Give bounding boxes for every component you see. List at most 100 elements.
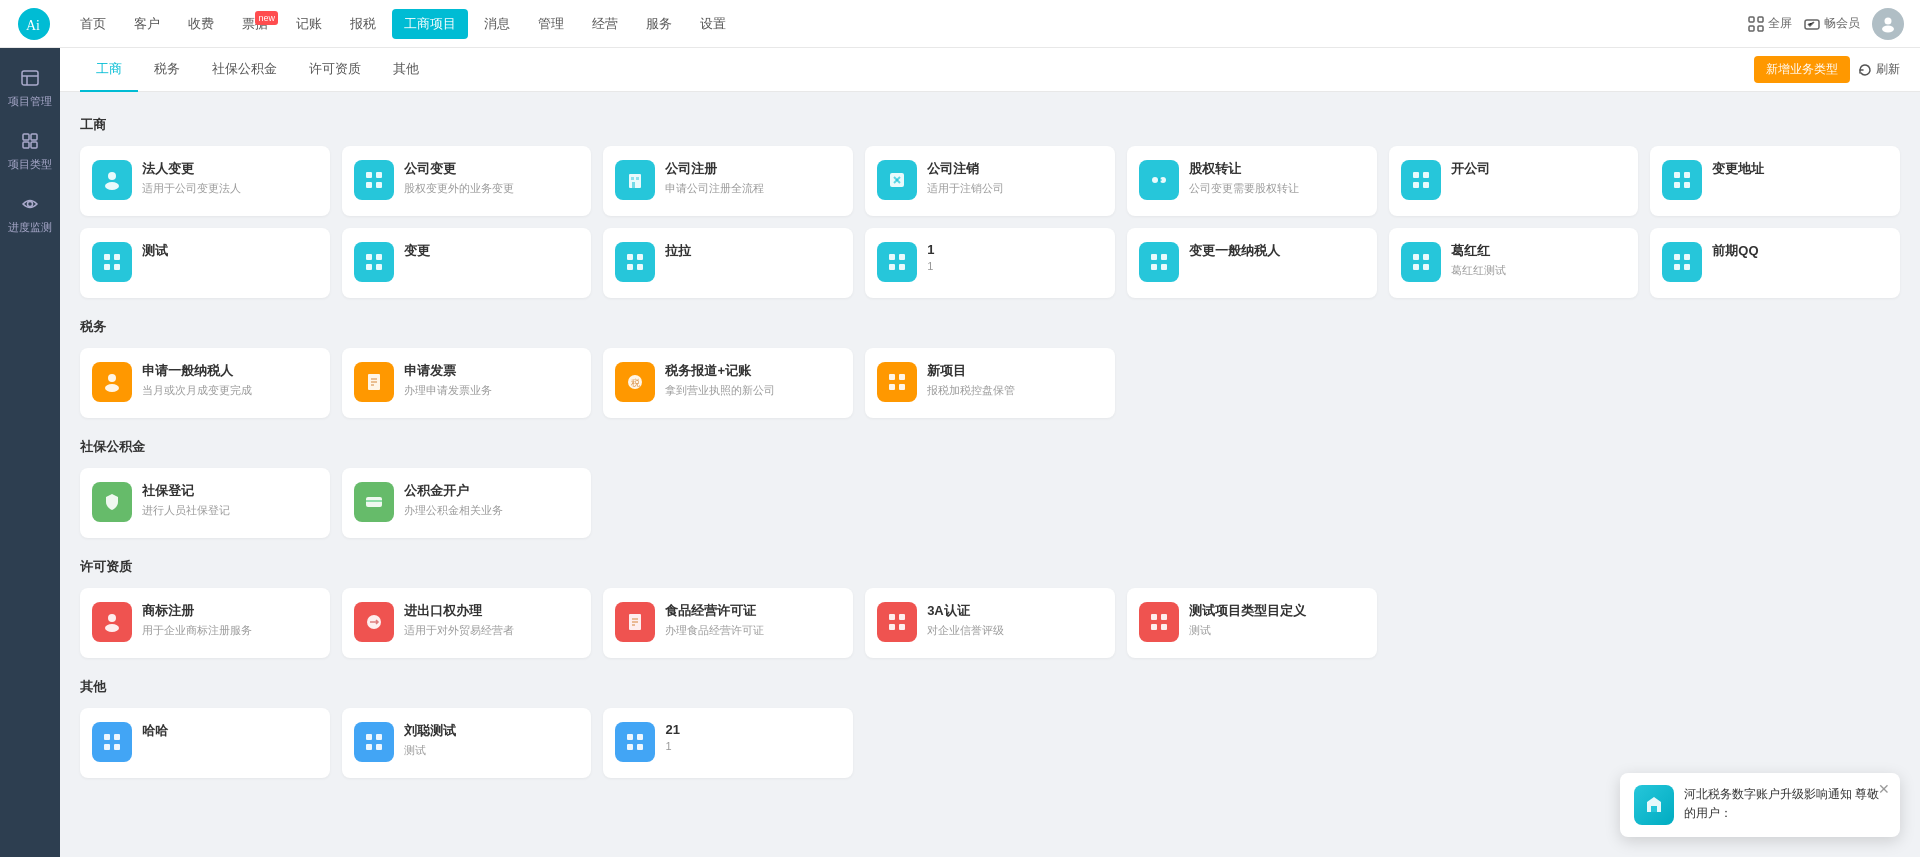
nav-item-经营[interactable]: 经营 bbox=[580, 9, 630, 39]
card-title: 商标注册 bbox=[142, 602, 318, 620]
card-title: 测试 bbox=[142, 242, 318, 260]
section-工商: 工商法人变更适用于公司变更法人公司变更股权变更外的业务变更公司注册申请公司注册全… bbox=[80, 116, 1900, 298]
svg-rect-97 bbox=[104, 734, 110, 740]
avatar[interactable] bbox=[1872, 8, 1904, 40]
nav-item-管理[interactable]: 管理 bbox=[526, 9, 576, 39]
svg-text:Ai: Ai bbox=[26, 18, 40, 33]
card-1[interactable]: 公积金开户办理公积金相关业务 bbox=[342, 468, 592, 538]
card-title: 测试项目类型目定义 bbox=[1189, 602, 1365, 620]
card-0[interactable]: 商标注册用于企业商标注册服务 bbox=[80, 588, 330, 658]
fullscreen-btn[interactable]: 全屏 bbox=[1748, 15, 1792, 32]
card-2[interactable]: 公司注册申请公司注册全流程 bbox=[603, 146, 853, 216]
card-desc: 股权变更外的业务变更 bbox=[404, 181, 580, 196]
svg-rect-15 bbox=[31, 142, 37, 148]
card-desc: 适用于对外贸易经营者 bbox=[404, 623, 580, 638]
card-2[interactable]: 食品经营许可证办理食品经营许可证 bbox=[603, 588, 853, 658]
svg-rect-34 bbox=[1413, 182, 1419, 188]
cards-grid: 法人变更适用于公司变更法人公司变更股权变更外的业务变更公司注册申请公司注册全流程… bbox=[80, 146, 1900, 298]
nav-item-首页[interactable]: 首页 bbox=[68, 9, 118, 39]
card-desc: 报税加税控盘保管 bbox=[927, 383, 1103, 398]
card-desc: 办理公积金相关业务 bbox=[404, 503, 580, 518]
logo[interactable]: Ai bbox=[16, 6, 52, 42]
card-0[interactable]: 申请一般纳税人当月或次月成变更完成 bbox=[80, 348, 330, 418]
nav-item-客户[interactable]: 客户 bbox=[122, 9, 172, 39]
card-0[interactable]: 哈哈 bbox=[80, 708, 330, 778]
content-area: 工商法人变更适用于公司变更法人公司变更股权变更外的业务变更公司注册申请公司注册全… bbox=[60, 92, 1920, 814]
card-title: 3A认证 bbox=[927, 602, 1103, 620]
card-desc: 申请公司注册全流程 bbox=[665, 181, 841, 196]
nav-item-工商项目[interactable]: 工商项目 bbox=[392, 9, 468, 39]
svg-rect-78 bbox=[889, 384, 895, 390]
card-1[interactable]: 申请发票办理申请发票业务 bbox=[342, 348, 592, 418]
card-8[interactable]: 变更 bbox=[342, 228, 592, 298]
card-text: 食品经营许可证办理食品经营许可证 bbox=[665, 602, 841, 638]
sidebar-item-项目类型[interactable]: 项目类型 bbox=[0, 119, 60, 182]
nav-item-收费[interactable]: 收费 bbox=[176, 9, 226, 39]
card-2[interactable]: 211 bbox=[603, 708, 853, 778]
nav-item-设置[interactable]: 设置 bbox=[688, 9, 738, 39]
card-title: 拉拉 bbox=[665, 242, 841, 260]
card-text: 申请发票办理申请发票业务 bbox=[404, 362, 580, 398]
card-title: 公司注册 bbox=[665, 160, 841, 178]
card-title: 1 bbox=[927, 242, 1103, 257]
card-4[interactable]: 股权转让公司变更需要股权转让 bbox=[1127, 146, 1377, 216]
card-text: 拉拉 bbox=[665, 242, 841, 263]
svg-rect-19 bbox=[366, 172, 372, 178]
svg-rect-99 bbox=[104, 744, 110, 750]
card-13[interactable]: 前期QQ bbox=[1650, 228, 1900, 298]
card-12[interactable]: 葛红红葛红红测试 bbox=[1389, 228, 1639, 298]
card-4[interactable]: 测试项目类型目定义测试 bbox=[1127, 588, 1377, 658]
nav-item-记账[interactable]: 记账 bbox=[284, 9, 334, 39]
card-6[interactable]: 变更地址 bbox=[1650, 146, 1900, 216]
svg-rect-98 bbox=[114, 734, 120, 740]
card-title: 开公司 bbox=[1451, 160, 1627, 178]
nav-item-消息[interactable]: 消息 bbox=[472, 9, 522, 39]
svg-rect-52 bbox=[889, 254, 895, 260]
nav-item-服务[interactable]: 服务 bbox=[634, 9, 684, 39]
sub-tab-社保公积金[interactable]: 社保公积金 bbox=[196, 48, 293, 92]
refresh-button[interactable]: 刷新 bbox=[1858, 61, 1900, 78]
card-3[interactable]: 公司注销适用于注销公司 bbox=[865, 146, 1115, 216]
card-3[interactable]: 新项目报税加税控盘保管 bbox=[865, 348, 1115, 418]
sub-tab-许可资质[interactable]: 许可资质 bbox=[293, 48, 377, 92]
card-5[interactable]: 开公司 bbox=[1389, 146, 1639, 216]
svg-rect-95 bbox=[1151, 624, 1157, 630]
svg-rect-33 bbox=[1423, 172, 1429, 178]
card-3[interactable]: 3A认证对企业信誉评级 bbox=[865, 588, 1115, 658]
svg-rect-50 bbox=[627, 264, 633, 270]
svg-point-8 bbox=[1882, 25, 1894, 32]
card-title: 变更地址 bbox=[1712, 160, 1888, 178]
card-9[interactable]: 拉拉 bbox=[603, 228, 853, 298]
card-0[interactable]: 法人变更适用于公司变更法人 bbox=[80, 146, 330, 216]
svg-rect-61 bbox=[1423, 254, 1429, 260]
card-7[interactable]: 测试 bbox=[80, 228, 330, 298]
card-11[interactable]: 变更一般纳税人 bbox=[1127, 228, 1377, 298]
add-type-button[interactable]: 新增业务类型 bbox=[1754, 56, 1850, 83]
sidebar-item-项目管理[interactable]: 项目管理 bbox=[0, 56, 60, 119]
card-icon bbox=[92, 160, 132, 200]
sub-tab-工商[interactable]: 工商 bbox=[80, 48, 138, 92]
svg-rect-45 bbox=[376, 254, 382, 260]
vip-btn[interactable]: 畅会员 bbox=[1804, 15, 1860, 32]
card-1[interactable]: 公司变更股权变更外的业务变更 bbox=[342, 146, 592, 216]
notification-close-btn[interactable]: ✕ bbox=[1878, 781, 1890, 797]
svg-point-7 bbox=[1885, 17, 1892, 24]
svg-rect-76 bbox=[889, 374, 895, 380]
card-desc: 1 bbox=[927, 260, 1103, 272]
card-1[interactable]: 刘聪测试测试 bbox=[342, 708, 592, 778]
card-10[interactable]: 11 bbox=[865, 228, 1115, 298]
card-1[interactable]: 进出口权办理适用于对外贸易经营者 bbox=[342, 588, 592, 658]
nav-badge-new: new bbox=[255, 11, 278, 25]
nav-item-票据[interactable]: 票据new bbox=[230, 9, 280, 39]
sidebar-item-进度监测[interactable]: 进度监测 bbox=[0, 182, 60, 245]
card-2[interactable]: 税税务报道+记账拿到营业执照的新公司 bbox=[603, 348, 853, 418]
sub-tab-其他[interactable]: 其他 bbox=[377, 48, 435, 92]
svg-rect-92 bbox=[899, 624, 905, 630]
sub-tab-税务[interactable]: 税务 bbox=[138, 48, 196, 92]
card-text: 哈哈 bbox=[142, 722, 318, 743]
section-税务: 税务申请一般纳税人当月或次月成变更完成申请发票办理申请发票业务税税务报道+记账拿… bbox=[80, 318, 1900, 418]
svg-rect-63 bbox=[1423, 264, 1429, 270]
nav-item-报税[interactable]: 报税 bbox=[338, 9, 388, 39]
card-title: 公司注销 bbox=[927, 160, 1103, 178]
card-0[interactable]: 社保登记进行人员社保登记 bbox=[80, 468, 330, 538]
